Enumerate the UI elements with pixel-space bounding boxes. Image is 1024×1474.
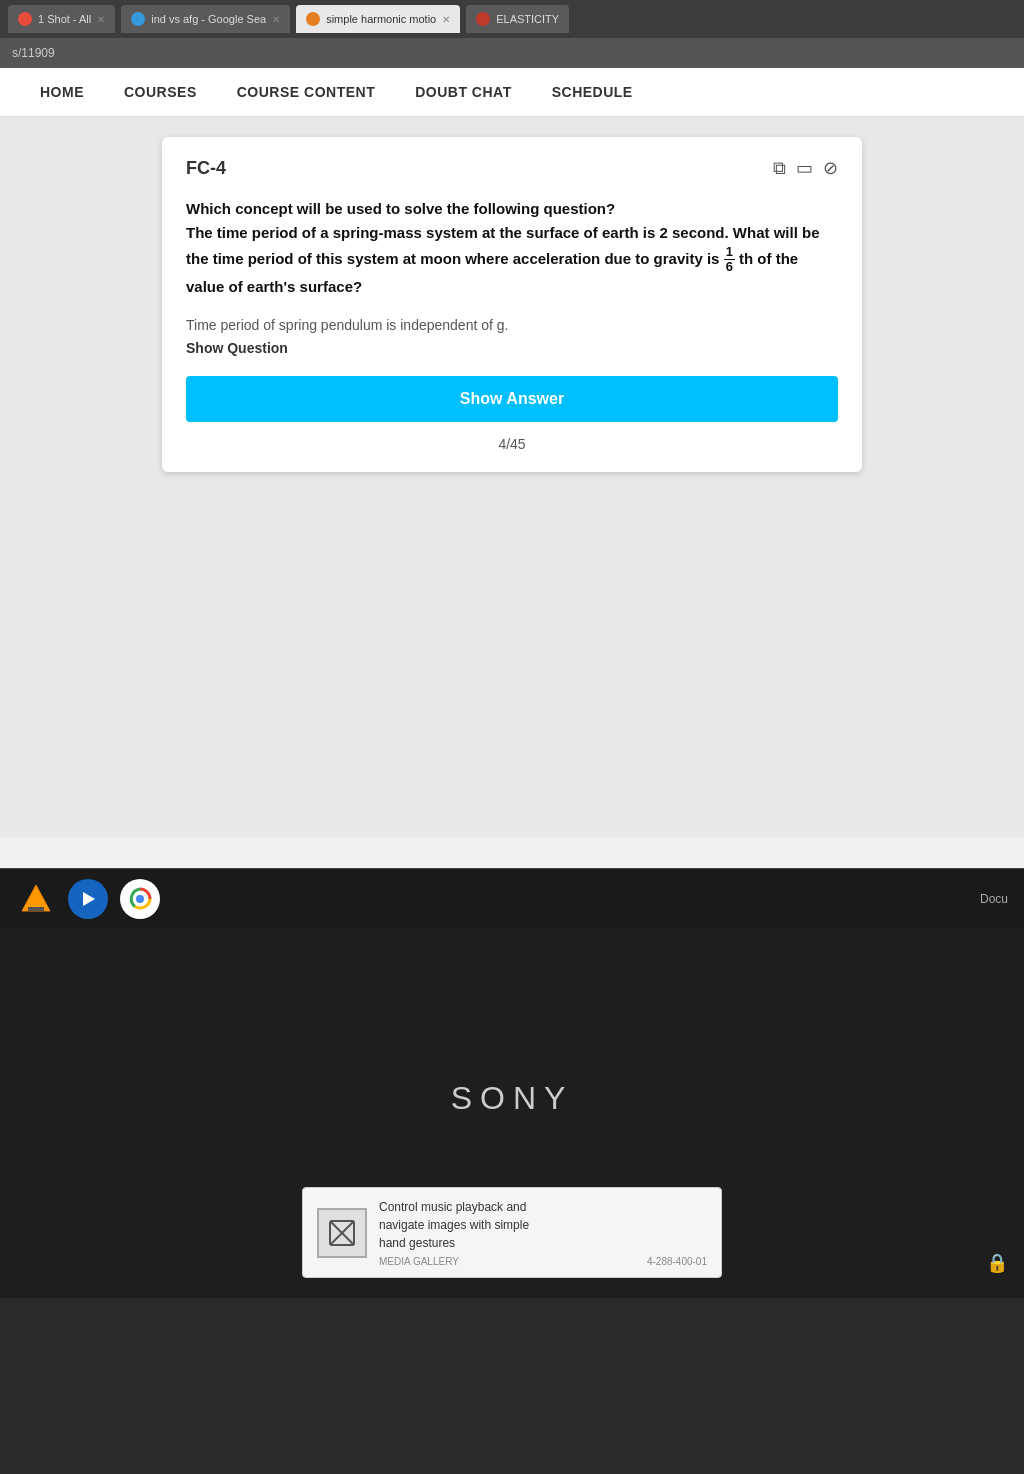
vlc-icon[interactable] (16, 879, 56, 919)
tab-icon-1shot (18, 12, 32, 26)
nav-doubt-chat[interactable]: DOUBT CHAT (415, 84, 512, 100)
media-gallery-label: MEDIA GALLERY (379, 1256, 459, 1267)
card-header: FC-4 ⧉ ▭ ⊘ (186, 157, 838, 179)
tab-icon-harmonic (306, 12, 320, 26)
tab-close-1shot[interactable]: ✕ (97, 14, 105, 25)
navbar: HOME COURSES COURSE CONTENT DOUBT CHAT S… (0, 68, 1024, 117)
question-card: FC-4 ⧉ ▭ ⊘ Which concept will be used to… (162, 137, 862, 472)
nav-home[interactable]: HOME (40, 84, 84, 100)
fraction-denominator: 6 (724, 260, 735, 274)
show-answer-button[interactable]: Show Answer (186, 376, 838, 422)
media-gallery-icon (317, 1208, 367, 1258)
bookmark-icon[interactable]: ⧉ (773, 158, 786, 179)
nav-courses[interactable]: COURSES (124, 84, 197, 100)
notification-bar: Control music playback and navigate imag… (302, 1187, 722, 1278)
tab-close-harmonic[interactable]: ✕ (442, 14, 450, 25)
nav-course-content[interactable]: COURSE CONTENT (237, 84, 375, 100)
tab-label-elasticity: ELASTICITY (496, 13, 559, 25)
tab-label-harmonic: simple harmonic motio (326, 13, 436, 25)
lock-icon[interactable]: 🔒 (986, 1252, 1008, 1274)
question-main: Which concept will be used to solve the … (186, 200, 615, 217)
notification-code: MEDIA GALLERY (379, 1256, 529, 1267)
page-indicator: 4/45 (186, 436, 838, 452)
tab-google[interactable]: ind vs afg - Google Sea ✕ (121, 5, 290, 33)
question-text: Which concept will be used to solve the … (186, 197, 838, 299)
svg-rect-1 (28, 907, 44, 911)
tab-harmonic[interactable]: simple harmonic motio ✕ (296, 5, 460, 33)
notification-product-code: 4-288-400-01 (647, 1256, 707, 1267)
chrome-icon[interactable] (120, 879, 160, 919)
tab-icon-elasticity (476, 12, 490, 26)
card-icons: ⧉ ▭ ⊘ (773, 157, 838, 179)
fraction-numerator: 1 (724, 245, 735, 260)
svg-point-4 (136, 895, 144, 903)
tab-icon-google (131, 12, 145, 26)
video-player-icon[interactable] (68, 879, 108, 919)
notification-text-line1: Control music playback and navigate imag… (379, 1198, 529, 1252)
show-question-button[interactable]: Show Question (186, 340, 838, 356)
tab-label-1shot: 1 Shot - All (38, 13, 91, 25)
website-content: HOME COURSES COURSE CONTENT DOUBT CHAT S… (0, 68, 1024, 868)
tab-close-google[interactable]: ✕ (272, 14, 280, 25)
tab-elasticity[interactable]: ELASTICITY (466, 5, 569, 33)
tab-1shot[interactable]: 1 Shot - All ✕ (8, 5, 115, 33)
card-title: FC-4 (186, 158, 226, 179)
answer-hint: Time period of spring pendulum is indepe… (186, 315, 838, 336)
fraction: 1 6 (724, 245, 735, 275)
sony-logo: SONY (451, 1080, 574, 1117)
tab-label-google: ind vs afg - Google Sea (151, 13, 266, 25)
address-bar[interactable]: s/11909 (0, 38, 1024, 68)
content-area: FC-4 ⧉ ▭ ⊘ Which concept will be used to… (0, 117, 1024, 837)
block-icon[interactable]: ⊘ (823, 157, 838, 179)
svg-marker-2 (83, 892, 95, 906)
taskbar: Docu (0, 868, 1024, 928)
laptop-area: SONY Control music playback and navigate… (0, 928, 1024, 1298)
docu-label: Docu (980, 892, 1008, 906)
browser-chrome: 1 Shot - All ✕ ind vs afg - Google Sea ✕… (0, 0, 1024, 38)
nav-schedule[interactable]: SCHEDULE (552, 84, 633, 100)
copy-icon[interactable]: ▭ (796, 157, 813, 179)
notification-content: Control music playback and navigate imag… (379, 1198, 529, 1267)
address-text: s/11909 (12, 46, 55, 60)
